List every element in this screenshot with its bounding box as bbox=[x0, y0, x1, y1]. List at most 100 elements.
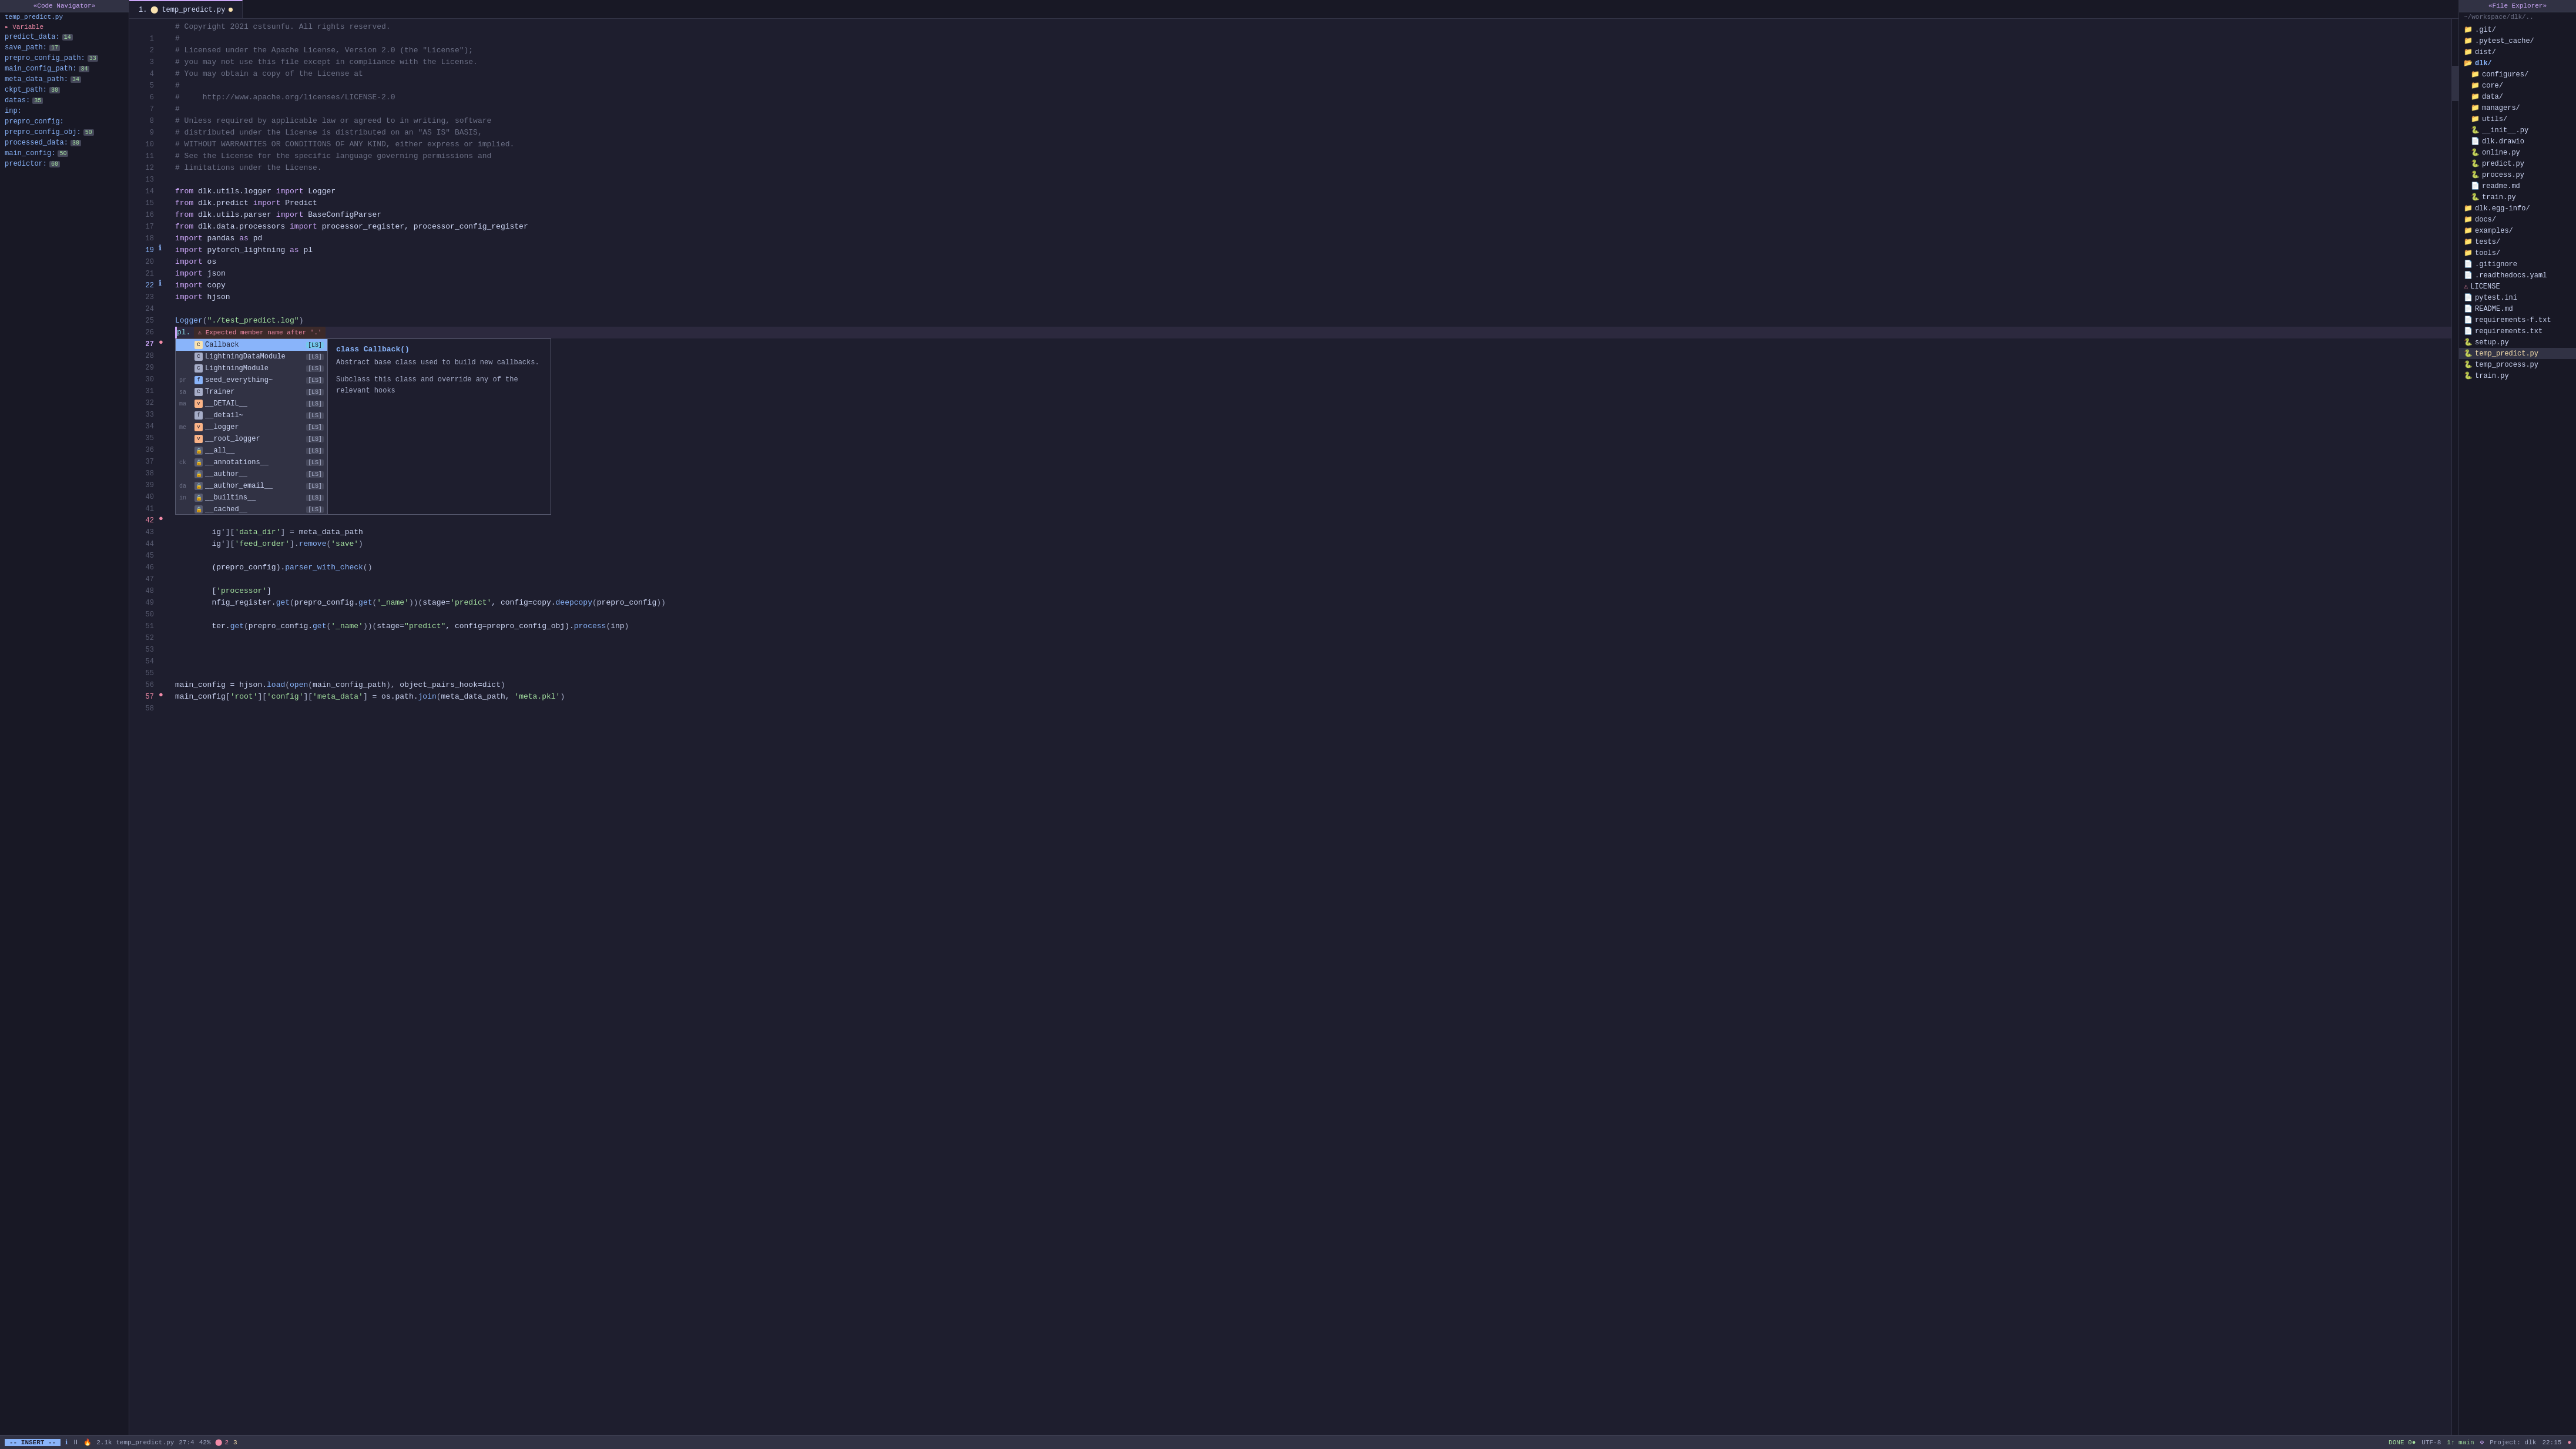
ac-tag: [LS] bbox=[306, 507, 324, 513]
py-file-icon: 🐍 bbox=[2471, 148, 2480, 157]
file-req[interactable]: 📄 requirements.txt bbox=[2459, 326, 2576, 337]
nav-meta-data-path[interactable]: meta_data_path:34 bbox=[0, 74, 129, 85]
ac-item-Trainer[interactable]: sa C Trainer [LS] bbox=[176, 386, 327, 398]
code-navigator-title: «Code Navigator» bbox=[0, 0, 129, 12]
ac-item-LightningModule[interactable]: C LightningModule [LS] bbox=[176, 363, 327, 374]
ac-item-Callback[interactable]: C Callback [LS] bbox=[176, 339, 327, 351]
tab-temp-predict[interactable]: 1. ⬤ temp_predict.py bbox=[129, 0, 243, 18]
folder-open-icon: 📂 bbox=[2464, 59, 2473, 68]
file-managers[interactable]: 📁 managers/ bbox=[2459, 102, 2576, 113]
file-pytest-cache[interactable]: 📁 .pytest_cache/ bbox=[2459, 35, 2576, 46]
file-examples[interactable]: 📁 examples/ bbox=[2459, 225, 2576, 236]
file-utils[interactable]: 📁 utils/ bbox=[2459, 113, 2576, 125]
ac-item-seed-everything[interactable]: pr f seed_everything~ [LS] bbox=[176, 374, 327, 386]
file-dist[interactable]: 📁 dist/ bbox=[2459, 46, 2576, 58]
code-line: from dlk.data.processors import processo… bbox=[175, 221, 2451, 233]
file-label: LICENSE bbox=[2470, 283, 2500, 291]
file-init-py[interactable]: 🐍 __init__.py bbox=[2459, 125, 2576, 136]
file-label: train.py bbox=[2475, 372, 2509, 380]
code-editor-content[interactable]: # Copyright 2021 cstsunfu. All rights re… bbox=[170, 19, 2451, 1435]
nav-main-config-path[interactable]: main_config_path:34 bbox=[0, 63, 129, 74]
ac-doc-title: class Callback() bbox=[336, 345, 542, 354]
nav-datas[interactable]: datas:35 bbox=[0, 95, 129, 106]
status-progress: 42% bbox=[199, 1439, 211, 1446]
file-train-py-dlk[interactable]: 🐍 train.py bbox=[2459, 192, 2576, 203]
file-tests[interactable]: 📁 tests/ bbox=[2459, 236, 2576, 247]
ac-item-author-email[interactable]: da 🔒 __author_email__ [LS] bbox=[176, 480, 327, 492]
file-label: core/ bbox=[2482, 82, 2503, 90]
warning-count: 3 bbox=[233, 1439, 237, 1446]
nav-save-path[interactable]: save_path:17 bbox=[0, 42, 129, 53]
file-configures[interactable]: 📁 configures/ bbox=[2459, 69, 2576, 80]
file-train-root[interactable]: 🐍 train.py bbox=[2459, 370, 2576, 381]
file-icon: 📄 bbox=[2464, 327, 2473, 336]
file-docs[interactable]: 📁 docs/ bbox=[2459, 214, 2576, 225]
ac-tag: [LS] bbox=[306, 412, 324, 419]
autocomplete-list[interactable]: C Callback [LS] C LightningDataModule [L… bbox=[175, 338, 328, 515]
file-icon: 📄 bbox=[2464, 304, 2473, 313]
file-online-py[interactable]: 🐍 online.py bbox=[2459, 147, 2576, 158]
main-editor: 1. ⬤ temp_predict.py 1 2 3 4 5 6 7 8 9 1… bbox=[129, 0, 2458, 1435]
file-readthedocs[interactable]: 📄 .readthedocs.yaml bbox=[2459, 270, 2576, 281]
file-label: online.py bbox=[2482, 149, 2520, 157]
ac-class-icon: C bbox=[194, 353, 203, 361]
gutter: ℹ ℹ ● bbox=[159, 19, 170, 1435]
file-gitignore[interactable]: 📄 .gitignore bbox=[2459, 259, 2576, 270]
file-temp-process[interactable]: 🐍 temp_process.py bbox=[2459, 359, 2576, 370]
file-dlk[interactable]: 📂 dlk/ bbox=[2459, 58, 2576, 69]
file-core[interactable]: 📁 core/ bbox=[2459, 80, 2576, 91]
nav-processed-data[interactable]: processed_data:30 bbox=[0, 137, 129, 148]
nav-main-config[interactable]: main_config:50 bbox=[0, 148, 129, 159]
file-predict-py[interactable]: 🐍 predict.py bbox=[2459, 158, 2576, 169]
nav-predictor[interactable]: predictor:60 bbox=[0, 159, 129, 169]
file-egg-info[interactable]: 📁 dlk.egg-info/ bbox=[2459, 203, 2576, 214]
ac-item-all[interactable]: 🔒 __all__ [LS] bbox=[176, 445, 327, 457]
file-req-f[interactable]: 📄 requirements-f.txt bbox=[2459, 314, 2576, 326]
nav-prepro-config-obj[interactable]: prepro_config_obj:50 bbox=[0, 127, 129, 137]
ac-item-DETAIL[interactable]: ma v __DETAIL__ [LS] bbox=[176, 398, 327, 410]
file-git[interactable]: 📁 .git/ bbox=[2459, 24, 2576, 35]
py-file-icon: 🐍 bbox=[2471, 159, 2480, 168]
file-license[interactable]: ⚠ LICENSE bbox=[2459, 281, 2576, 292]
file-temp-predict[interactable]: 🐍 temp_predict.py bbox=[2459, 348, 2576, 359]
editor-area[interactable]: 1 2 3 4 5 6 7 8 9 10 11 12 13 14 15 16 1… bbox=[129, 19, 2458, 1435]
file-label: README.md bbox=[2475, 305, 2513, 313]
ac-item-cached[interactable]: 🔒 __cached__ [LS] bbox=[176, 504, 327, 515]
status-right-dot: ● bbox=[2567, 1439, 2571, 1446]
status-project: ⚙ bbox=[2480, 1438, 2484, 1446]
autocomplete-popup[interactable]: C Callback [LS] C LightningDataModule [L… bbox=[175, 338, 551, 515]
file-tools[interactable]: 📁 tools/ bbox=[2459, 247, 2576, 259]
nav-prepro-config[interactable]: prepro_config: bbox=[0, 116, 129, 127]
code-line: from dlk.predict import Predict bbox=[175, 197, 2451, 209]
file-icon: 📄 bbox=[2464, 293, 2473, 302]
nav-ckpt-path[interactable]: ckpt_path:30 bbox=[0, 85, 129, 95]
file-label: predict.py bbox=[2482, 160, 2524, 168]
ac-class-icon: C bbox=[194, 364, 203, 373]
ac-item-logger[interactable]: me v __logger [LS] bbox=[176, 421, 327, 433]
code-line bbox=[175, 632, 2451, 644]
file-README[interactable]: 📄 README.md bbox=[2459, 303, 2576, 314]
file-pytest-ini[interactable]: 📄 pytest.ini bbox=[2459, 292, 2576, 303]
ac-label: LightningModule bbox=[205, 364, 269, 373]
ac-item-annotations[interactable]: ck 🔒 __annotations__ [LS] bbox=[176, 457, 327, 468]
ac-item-root-logger[interactable]: v __root_logger [LS] bbox=[176, 433, 327, 445]
file-process-py[interactable]: 🐍 process.py bbox=[2459, 169, 2576, 180]
code-line-27-error: pl. ⚠ Expected member name after '.' bbox=[175, 327, 2451, 338]
file-readme-md[interactable]: 📄 readme.md bbox=[2459, 180, 2576, 192]
ac-item-builtins[interactable]: in 🔒 __builtins__ [LS] bbox=[176, 492, 327, 504]
ac-lock-icon: 🔒 bbox=[194, 447, 203, 455]
file-data[interactable]: 📁 data/ bbox=[2459, 91, 2576, 102]
nav-predict-data[interactable]: predict_data:14 bbox=[0, 32, 129, 42]
ac-item-detail[interactable]: f __detail~ [LS] bbox=[176, 410, 327, 421]
folder-icon: 📁 bbox=[2464, 36, 2473, 45]
file-label: train.py bbox=[2482, 193, 2516, 202]
ac-item-author[interactable]: 🔒 __author__ [LS] bbox=[176, 468, 327, 480]
license-icon: ⚠ bbox=[2464, 282, 2468, 291]
nav-prepro-config-path[interactable]: prepro_config_path:33 bbox=[0, 53, 129, 63]
file-dlk-drawio[interactable]: 📄 dlk.drawio bbox=[2459, 136, 2576, 147]
nav-inp[interactable]: inp: bbox=[0, 106, 129, 116]
file-tree[interactable]: 📁 .git/ 📁 .pytest_cache/ 📁 dist/ 📂 dlk/ … bbox=[2459, 22, 2576, 1435]
file-setup-py[interactable]: 🐍 setup.py bbox=[2459, 337, 2576, 348]
file-label: configures/ bbox=[2482, 71, 2528, 79]
ac-item-LightningDataModule[interactable]: C LightningDataModule [LS] bbox=[176, 351, 327, 363]
